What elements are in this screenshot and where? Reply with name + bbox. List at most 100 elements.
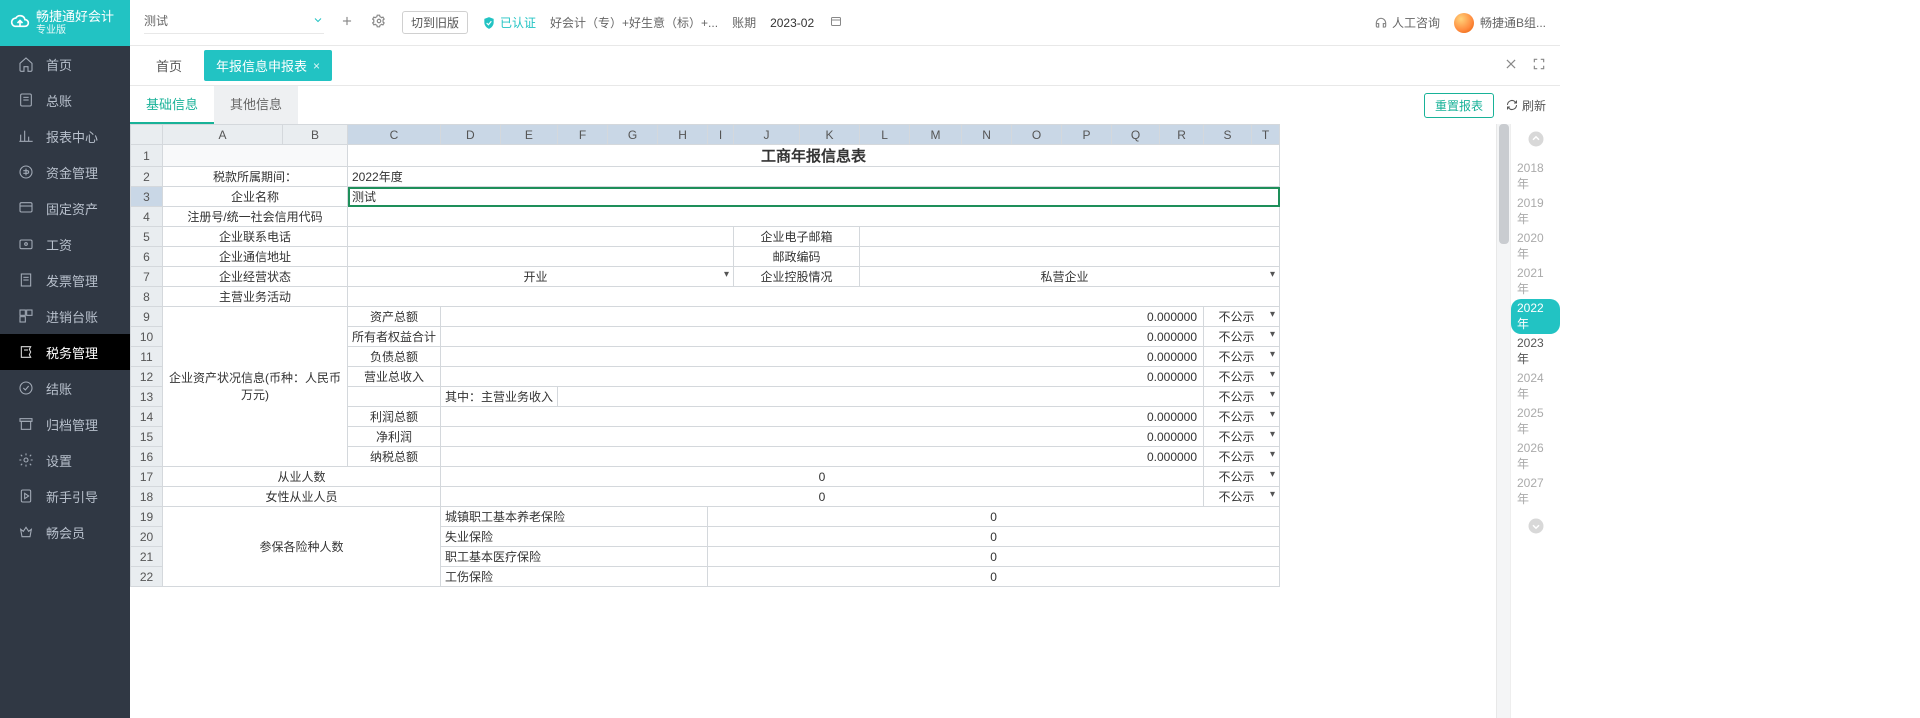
tab-home[interactable]: 首页 <box>144 50 194 81</box>
val-unemp[interactable]: 0 <box>708 527 1280 547</box>
val-owner-equity[interactable]: 0.000000 <box>441 327 1204 347</box>
val-zip[interactable] <box>860 247 1280 267</box>
col-header-M[interactable]: M <box>910 125 962 145</box>
val-phone[interactable] <box>348 227 734 247</box>
col-header-D[interactable]: D <box>441 125 501 145</box>
col-header-T[interactable]: T <box>1252 125 1280 145</box>
row-header-13[interactable]: 13 <box>131 387 163 407</box>
val-total-liab[interactable]: 0.000000 <box>441 347 1204 367</box>
row-header-18[interactable]: 18 <box>131 487 163 507</box>
sidebar-item-ledger[interactable]: 总账 <box>0 82 130 118</box>
sidebar-item-chart[interactable]: 报表中心 <box>0 118 130 154</box>
col-header-A[interactable]: A <box>163 125 283 145</box>
col-header-I[interactable]: I <box>708 125 734 145</box>
year-2025年[interactable]: 2025年 <box>1511 404 1560 439</box>
row-header-12[interactable]: 12 <box>131 367 163 387</box>
reset-report-button[interactable]: 重置报表 <box>1424 93 1494 118</box>
subtab-basic[interactable]: 基础信息 <box>130 86 214 124</box>
val-medical[interactable]: 0 <box>708 547 1280 567</box>
sidebar-item-stock[interactable]: 进销台账 <box>0 298 130 334</box>
year-2023年[interactable]: 2023年 <box>1511 334 1560 369</box>
user-menu[interactable]: 畅捷通B组... <box>1454 13 1546 33</box>
val-female[interactable]: 0 <box>441 487 1204 507</box>
sidebar-item-close[interactable]: 结账 <box>0 370 130 406</box>
close-all-icon[interactable] <box>1504 57 1518 74</box>
row-header-9[interactable]: 9 <box>131 307 163 327</box>
sidebar-item-archive[interactable]: 归档管理 <box>0 406 130 442</box>
year-down-icon[interactable] <box>1527 517 1545 538</box>
sidebar-item-home[interactable]: 首页 <box>0 46 130 82</box>
col-header-E[interactable]: E <box>500 125 557 145</box>
row-header-20[interactable]: 20 <box>131 527 163 547</box>
dd-main-rev[interactable]: 不公示 <box>1204 387 1280 407</box>
dd-total-profit[interactable]: 不公示 <box>1204 407 1280 427</box>
dd-total-liab[interactable]: 不公示 <box>1204 347 1280 367</box>
col-header-J[interactable]: J <box>734 125 800 145</box>
row-header-22[interactable]: 22 <box>131 567 163 587</box>
refresh-button[interactable]: 刷新 <box>1506 97 1546 114</box>
year-2027年[interactable]: 2027年 <box>1511 474 1560 509</box>
val-holding[interactable]: 私营企业 <box>860 267 1280 287</box>
val-injury[interactable]: 0 <box>708 567 1280 587</box>
add-account-icon[interactable] <box>338 12 356 33</box>
tab-annual-report[interactable]: 年报信息申报表× <box>204 50 332 81</box>
col-header-B[interactable]: B <box>283 125 348 145</box>
col-header-Q[interactable]: Q <box>1112 125 1160 145</box>
col-header-R[interactable]: R <box>1160 125 1204 145</box>
val-addr[interactable] <box>348 247 734 267</box>
col-header-S[interactable]: S <box>1204 125 1252 145</box>
subtab-other[interactable]: 其他信息 <box>214 86 298 124</box>
sidebar-item-salary[interactable]: 工资 <box>0 226 130 262</box>
col-header-P[interactable]: P <box>1062 125 1112 145</box>
val-company-name[interactable]: 测试 <box>348 187 1280 207</box>
row-header-1[interactable]: 1 <box>131 145 163 167</box>
year-2021年[interactable]: 2021年 <box>1511 264 1560 299</box>
col-header-K[interactable]: K <box>800 125 860 145</box>
year-2019年[interactable]: 2019年 <box>1511 194 1560 229</box>
val-mainbiz[interactable] <box>348 287 1280 307</box>
row-header-21[interactable]: 21 <box>131 547 163 567</box>
col-header-G[interactable]: G <box>608 125 658 145</box>
close-icon[interactable]: × <box>313 59 320 73</box>
gear-icon[interactable] <box>370 12 388 33</box>
calendar-icon[interactable] <box>828 13 844 32</box>
row-header-14[interactable]: 14 <box>131 407 163 427</box>
val-employees[interactable]: 0 <box>441 467 1204 487</box>
switch-old-button[interactable]: 切到旧版 <box>402 11 468 34</box>
val-total-assets[interactable]: 0.000000 <box>441 307 1204 327</box>
val-regno[interactable] <box>348 207 1280 227</box>
spreadsheet[interactable]: ABCDEFGHIJKLMNOPQRST1工商年报信息表2税款所属期间：2022… <box>130 124 1496 718</box>
sidebar-item-vip[interactable]: 畅会员 <box>0 514 130 550</box>
corner-cell[interactable] <box>131 125 163 145</box>
dd-net-profit[interactable]: 不公示 <box>1204 427 1280 447</box>
row-header-2[interactable]: 2 <box>131 167 163 187</box>
sidebar-item-settings[interactable]: 设置 <box>0 442 130 478</box>
sidebar-item-invoice[interactable]: 发票管理 <box>0 262 130 298</box>
row-header-6[interactable]: 6 <box>131 247 163 267</box>
row-header-3[interactable]: 3 <box>131 187 163 207</box>
period-value[interactable]: 2023-02 <box>770 16 814 30</box>
year-2020年[interactable]: 2020年 <box>1511 229 1560 264</box>
row-header-4[interactable]: 4 <box>131 207 163 227</box>
sidebar-item-asset[interactable]: 固定资产 <box>0 190 130 226</box>
human-service-button[interactable]: 人工咨询 <box>1374 14 1440 31</box>
year-2026年[interactable]: 2026年 <box>1511 439 1560 474</box>
col-header-C[interactable]: C <box>348 125 441 145</box>
sidebar-item-tax[interactable]: 税务管理 <box>0 334 130 370</box>
val-oper-rev[interactable]: 0.000000 <box>441 367 1204 387</box>
year-2018年[interactable]: 2018年 <box>1511 159 1560 194</box>
val-total-tax[interactable]: 0.000000 <box>441 447 1204 467</box>
year-up-icon[interactable] <box>1527 130 1545 151</box>
row-header-15[interactable]: 15 <box>131 427 163 447</box>
row-header-16[interactable]: 16 <box>131 447 163 467</box>
col-header-O[interactable]: O <box>1012 125 1062 145</box>
account-select[interactable]: 测试 <box>144 12 324 34</box>
row-header-19[interactable]: 19 <box>131 507 163 527</box>
dd-total-assets[interactable]: 不公示 <box>1204 307 1280 327</box>
dd-total-tax[interactable]: 不公示 <box>1204 447 1280 467</box>
val-total-profit[interactable]: 0.000000 <box>441 407 1204 427</box>
val-net-profit[interactable]: 0.000000 <box>441 427 1204 447</box>
fullscreen-icon[interactable] <box>1532 57 1546 74</box>
row-header-5[interactable]: 5 <box>131 227 163 247</box>
val-email[interactable] <box>860 227 1280 247</box>
